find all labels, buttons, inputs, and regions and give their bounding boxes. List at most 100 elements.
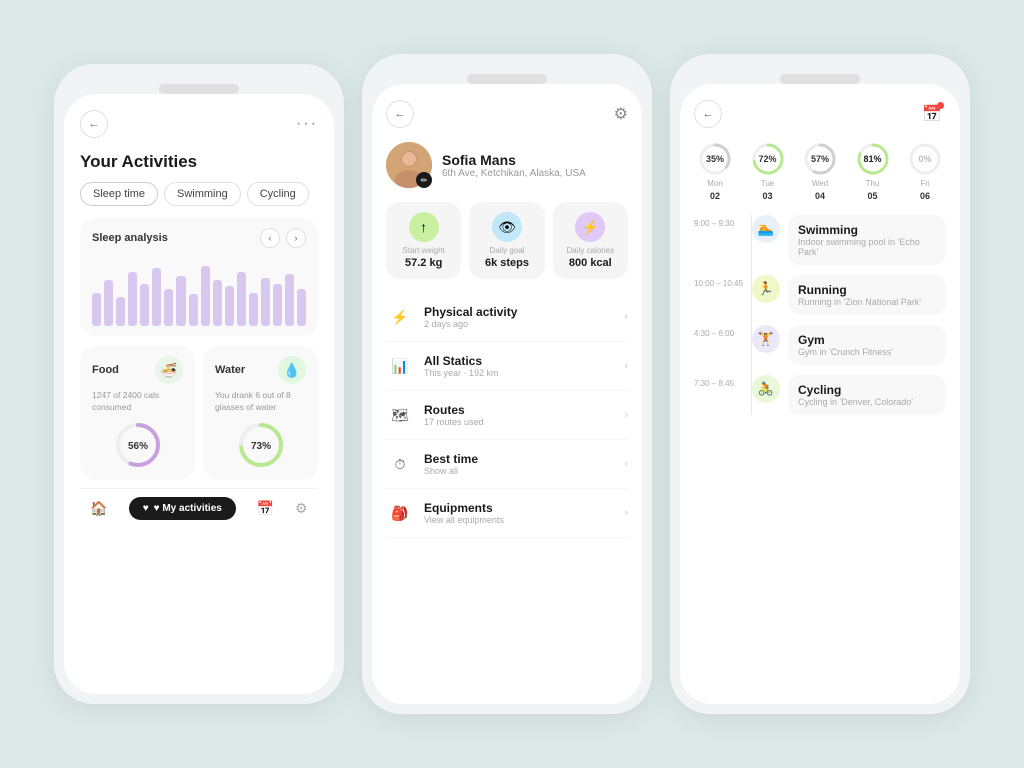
menu-physical-activity[interactable]: ⚡ Physical activity 2 days ago › [386, 293, 628, 342]
bottom-nav-1: 🏠 ♥ ♥ My activities 📅 ⚙ [80, 488, 318, 528]
food-card-header: Food 🍜 [92, 356, 183, 384]
schedule-running: 10:00 – 10:45 🏃 Running Running in 'Zion… [694, 275, 946, 315]
food-icon: 🍜 [155, 356, 183, 384]
activity-tabs: Sleep time Swimming Cycling [80, 182, 318, 206]
phone-activities: ← ··· Your Activities Sleep time Swimmin… [54, 64, 344, 704]
top-bar-3: ← 📅 [694, 100, 946, 128]
my-activities-label: ♥ My activities [154, 503, 222, 514]
menu-sub-best-time: Show all [424, 466, 614, 476]
profile-info: Sofia Mans 6th Ave, Ketchikan, Alaska, U… [442, 152, 586, 179]
sleep-bar [225, 286, 234, 326]
nav-calendar[interactable]: 📅 [257, 500, 274, 517]
sleep-next-btn[interactable]: › [286, 228, 306, 248]
sleep-bar [152, 268, 161, 326]
screen-container: ← ··· Your Activities Sleep time Swimmin… [0, 0, 1024, 768]
sleep-analysis-title: Sleep analysis [92, 232, 168, 244]
best-time-icon: ⏱ [386, 450, 414, 478]
back-button-3[interactable]: ← [694, 100, 722, 128]
day-mon[interactable]: 35% Mon 02 [698, 142, 732, 201]
cycling-sub: Cycling in 'Denver, Colorado' [798, 397, 936, 407]
menu-main-equip: Equipments [424, 501, 614, 515]
calendar-button[interactable]: 📅 [918, 100, 946, 128]
tab-sleep[interactable]: Sleep time [80, 182, 158, 206]
sleep-bar [104, 280, 113, 326]
sleep-bar [237, 272, 246, 326]
weight-value: 57.2 kg [394, 257, 453, 269]
phone-notch-3 [780, 74, 860, 84]
back-button-2[interactable]: ← [386, 100, 414, 128]
food-progress-ring: 56% [113, 420, 163, 470]
avatar-edit-btn[interactable]: ✏ [416, 172, 432, 188]
goal-label: Daily goal [477, 246, 536, 255]
sleep-bar [92, 293, 101, 326]
settings-icon-2[interactable]: ⚙ [614, 104, 628, 124]
food-sub: 1247 of 2400 cals consumed [92, 390, 183, 414]
menu-main-routes: Routes [424, 403, 614, 417]
back-button-1[interactable]: ← [80, 110, 108, 138]
phone-schedule: ← 📅 35% Mon 02 [670, 54, 970, 714]
sleep-prev-btn[interactable]: ‹ [260, 228, 280, 248]
stat-weight: ↑ Start weight 57.2 kg [386, 202, 461, 279]
menu-main-best-time: Best time [424, 452, 614, 466]
cycling-title: Cycling [798, 383, 936, 397]
day-label-wed: Wed [812, 179, 828, 188]
cycling-time: 7:30 – 8:45 [694, 375, 744, 388]
svg-text:73%: 73% [250, 441, 270, 452]
calories-label: Daily calories [561, 246, 620, 255]
sleep-bar [176, 276, 185, 326]
more-button-1[interactable]: ··· [296, 115, 318, 133]
menu-text-physical: Physical activity 2 days ago [424, 305, 614, 329]
day-label-tue: Tue [761, 179, 775, 188]
sleep-bar [261, 278, 270, 326]
day-tue[interactable]: 72% Tue 03 [751, 142, 785, 201]
cycling-icon: 🚴 [752, 375, 780, 403]
all-statics-icon: 📊 [386, 352, 414, 380]
profile-section: ✏ Sofia Mans 6th Ave, Ketchikan, Alaska,… [386, 142, 628, 188]
menu-sub-physical: 2 days ago [424, 319, 614, 329]
nav-activities[interactable]: ♥ ♥ My activities [129, 497, 236, 520]
schedule-gym: 4:30 – 6:00 🏋 Gym Gym in 'Crunch Fitness… [694, 325, 946, 365]
avatar-wrap: ✏ [386, 142, 432, 188]
sleep-bar [213, 280, 222, 326]
menu-routes[interactable]: 🗺 Routes 17 routes used › [386, 391, 628, 440]
stat-calories: ⚡ Daily calories 800 kcal [553, 202, 628, 279]
sleep-header: Sleep analysis ‹ › [92, 228, 306, 248]
tab-swimming[interactable]: Swimming [164, 182, 241, 206]
running-card: Running Running in 'Zion National Park' [788, 275, 946, 315]
day-label-mon: Mon [707, 179, 723, 188]
day-wed[interactable]: 57% Wed 04 [803, 142, 837, 201]
swimming-sub: Indoor swimming pool in 'Echo Park' [798, 237, 936, 257]
calendar-notification-dot [937, 102, 944, 109]
physical-activity-icon: ⚡ [386, 303, 414, 331]
nav-home[interactable]: 🏠 [90, 500, 107, 517]
menu-sub-statics: This year · 192 km [424, 368, 614, 378]
menu-all-statics[interactable]: 📊 All Statics This year · 192 km › [386, 342, 628, 391]
menu-best-time[interactable]: ⏱ Best time Show all › [386, 440, 628, 489]
menu-text-equip: Equipments View all equipments [424, 501, 614, 525]
profile-location: 6th Ave, Ketchikan, Alaska, USA [442, 168, 586, 179]
swimming-card: Swimming Indoor swimming pool in 'Echo P… [788, 215, 946, 265]
schedule-section: 9:00 – 9:30 🏊 Swimming Indoor swimming p… [694, 215, 946, 415]
day-thu[interactable]: 81% Thu 05 [856, 142, 890, 201]
menu-arrow-best-time: › [624, 458, 628, 470]
menu-text-routes: Routes 17 routes used [424, 403, 614, 427]
water-card-header: Water 💧 [215, 356, 306, 384]
gym-icon: 🏋 [752, 325, 780, 353]
cycling-card: Cycling Cycling in 'Denver, Colorado' [788, 375, 946, 415]
days-row: 35% Mon 02 72% Tue 03 [694, 142, 946, 201]
swimming-title: Swimming [798, 223, 936, 237]
food-water-row: Food 🍜 1247 of 2400 cals consumed 56% [80, 346, 318, 480]
nav-settings[interactable]: ⚙ [295, 500, 308, 517]
tab-cycling[interactable]: Cycling [247, 182, 309, 206]
top-bar-2: ← ⚙ [386, 100, 628, 128]
weight-icon: ↑ [409, 212, 439, 242]
stat-goal: 👁 Daily goal 6k steps [469, 202, 544, 279]
water-progress-ring: 73% [236, 420, 286, 470]
day-circle-wed: 57% [803, 142, 837, 176]
gym-sub: Gym in 'Crunch Fitness' [798, 347, 936, 357]
profile-name: Sofia Mans [442, 152, 586, 168]
day-fri[interactable]: 0% Fri 06 [908, 142, 942, 201]
day-circle-fri: 0% [908, 142, 942, 176]
menu-equipments[interactable]: 🎒 Equipments View all equipments › [386, 489, 628, 538]
gym-time: 4:30 – 6:00 [694, 325, 744, 338]
